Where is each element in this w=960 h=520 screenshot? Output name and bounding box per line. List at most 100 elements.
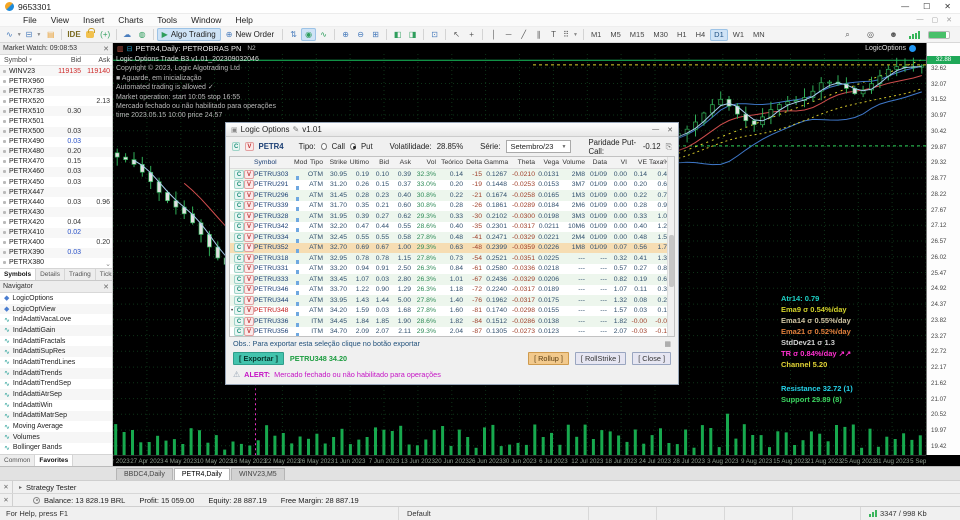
dialog-minimize-button[interactable]: — xyxy=(652,126,659,134)
depth-of-market-button[interactable]: ◉ xyxy=(301,28,317,41)
column-ask[interactable]: Ask xyxy=(391,159,413,166)
call-filter-button[interactable]: C xyxy=(232,142,241,151)
dialog-close-button[interactable]: ✕ xyxy=(667,126,673,134)
column-ask[interactable]: Ask xyxy=(83,57,112,64)
option-row[interactable]: C V PETRU356 ITM 34.70 2.09 2.07 2.11 29.3% 2.04 -… xyxy=(230,327,674,336)
timeframe-w1[interactable]: W1 xyxy=(729,29,748,41)
navigator-item[interactable]: ∿ IndAdattiWin xyxy=(0,400,112,411)
market-watch-row[interactable]: PETRX960 xyxy=(0,76,112,86)
market-watch-row[interactable]: PETRX450 0.03 xyxy=(0,177,112,187)
tester-close-icon[interactable]: ✕ xyxy=(0,481,13,493)
timeframe-mn[interactable]: MN xyxy=(749,29,769,41)
navigator-item[interactable]: ◆ LogicOptions xyxy=(0,293,112,304)
date-axis[interactable]: 20 Apr 202327 Apr 20234 May 202310 May 2… xyxy=(113,455,926,466)
option-row[interactable]: C V PETRU352 ATM 32.70 0.69 0.67 1.00 29.3% 0.63 -… xyxy=(230,242,674,253)
call-row-button[interactable]: C xyxy=(234,169,244,179)
option-row[interactable]: C V PETRU296 ATM 31.45 0.28 0.23 0.40 30.8% 0.22 -… xyxy=(230,190,674,201)
call-row-button[interactable]: C xyxy=(234,201,244,211)
column-teórico[interactable]: Teórico xyxy=(438,159,465,166)
call-radio[interactable] xyxy=(320,143,327,150)
option-row[interactable]: • C V PETRU348 ATM 34.20 1.59 0.03 1.68 27.8% 1.60… xyxy=(230,306,674,317)
market-watch-row[interactable]: PETRX490 0.03 xyxy=(0,137,112,147)
market-watch-row[interactable]: PETRX735 xyxy=(0,86,112,97)
navigator-item[interactable]: ∿ IndAdattiTrendSep xyxy=(0,379,112,390)
menu-file[interactable]: File xyxy=(16,15,44,25)
call-row-button[interactable]: C xyxy=(234,327,244,336)
horizontal-line-button[interactable]: ─ xyxy=(501,28,516,41)
column-symbol[interactable]: Symbol ▾ xyxy=(0,57,54,64)
trendline-button[interactable]: ╱ xyxy=(516,28,531,41)
put-filter-button[interactable]: V xyxy=(245,142,254,151)
menu-view[interactable]: View xyxy=(44,15,76,25)
timeframe-m1[interactable]: M1 xyxy=(587,29,605,41)
column-tipo[interactable]: Tipo xyxy=(307,159,325,166)
tick-chart-button[interactable]: ∿ xyxy=(316,28,331,41)
put-row-button[interactable]: V xyxy=(244,222,254,232)
search-icon[interactable]: ⌕ xyxy=(840,28,855,41)
data-window-button[interactable]: ⇅ xyxy=(286,28,301,41)
put-row-button[interactable]: V xyxy=(244,169,254,179)
menu-charts[interactable]: Charts xyxy=(111,15,150,25)
column-vol[interactable]: Vol xyxy=(413,159,438,166)
connect-button[interactable]: (+) xyxy=(98,28,113,41)
call-row-button[interactable]: C xyxy=(234,232,244,242)
option-row[interactable]: C V PETRU318 ATM 32.95 0.78 0.78 1.15 27.8% 0.73 -… xyxy=(230,253,674,264)
market-watch-row[interactable]: PETRX440 0.03 0.96 xyxy=(0,197,112,207)
help-icon[interactable]: ◎ xyxy=(863,28,878,41)
algo-trading-button[interactable]: ▶ Algo Trading xyxy=(156,28,221,41)
channel-button[interactable]: ∥ xyxy=(531,28,546,41)
call-row-button[interactable]: C xyxy=(234,295,244,305)
option-row[interactable]: C V PETRU333 ATM 33.45 1.07 0.03 2.80 26.3% 1.01 -… xyxy=(230,274,674,285)
market-watch-row[interactable]: PETRX460 0.03 xyxy=(0,166,112,178)
scroll-down-icon[interactable]: ⌄ xyxy=(105,260,111,268)
market-watch-row[interactable]: PETRX380 xyxy=(0,258,112,268)
call-radio-label[interactable]: Call xyxy=(332,142,345,151)
market-watch-row[interactable]: PETRX480 0.20 xyxy=(0,146,112,157)
chart-tab[interactable]: WINV23,M5 xyxy=(230,468,285,480)
column-symbol[interactable]: Symbol xyxy=(254,159,294,166)
navigator-item[interactable]: ∿ IndAdattiAtrSep xyxy=(0,389,112,400)
community-button[interactable]: ◍ xyxy=(135,28,150,41)
dialog-title-bar[interactable]: ▣ Logic Options ✎ v1.01 — ✕ xyxy=(226,123,678,137)
put-row-button[interactable]: V xyxy=(244,264,254,274)
navigator-item[interactable]: ∿ IndAdattiFractals xyxy=(0,336,112,347)
exportar-button[interactable]: [ Exportar ] xyxy=(233,352,284,365)
chart-type-button[interactable]: ∿ ▼ xyxy=(4,28,24,41)
serie-select[interactable]: Setembro/23 ▼ xyxy=(505,140,572,153)
column-taxa[interactable]: Taxa% xyxy=(649,159,669,166)
market-watch-row[interactable]: PETRX470 0.15 xyxy=(0,157,112,167)
status-profile[interactable]: Default xyxy=(398,507,588,520)
column-strike[interactable]: Strike xyxy=(325,159,349,166)
call-row-button[interactable]: C xyxy=(234,274,244,284)
ea-smiley-icon[interactable] xyxy=(909,45,916,52)
screenshot-button[interactable]: ⊡ xyxy=(427,28,442,41)
shapes-button[interactable]: ⠿ ▼ xyxy=(561,28,580,41)
put-row-button[interactable]: V xyxy=(244,190,254,200)
navigator-item[interactable]: ∿ IndAdattiTrends xyxy=(0,367,112,379)
timeframe-m5[interactable]: M5 xyxy=(606,29,624,41)
menu-window[interactable]: Window xyxy=(184,15,228,25)
navigator-item[interactable]: ∿ IndAdattiTrendLines xyxy=(0,357,112,368)
tab-favorites[interactable]: Favorites xyxy=(35,455,74,466)
option-row[interactable]: C V PETRU342 ATM 32.20 0.47 0.44 0.55 28.6% 0.40 -… xyxy=(230,222,674,233)
put-radio[interactable] xyxy=(350,143,356,150)
quotes-doc-button[interactable]: ▤ xyxy=(43,28,58,41)
close-button[interactable]: [ Close ] xyxy=(632,352,671,365)
chart-tab[interactable]: BBDC4,Daily xyxy=(116,468,173,480)
call-row-button[interactable]: C xyxy=(234,264,244,274)
price-scale[interactable]: 32.88 32.62 32.07 31.52 30.97 30.42 29.87 29.3… xyxy=(926,43,960,455)
call-row-button[interactable]: C xyxy=(234,306,244,316)
put-row-button[interactable]: V xyxy=(244,232,254,242)
market-watch-row[interactable]: PETRX420 0.04 xyxy=(0,217,112,227)
market-watch-row[interactable]: PETRX500 0.03 xyxy=(0,126,112,137)
market-watch-row[interactable]: PETRX400 0.20 xyxy=(0,238,112,248)
tab-details[interactable]: Details xyxy=(36,269,65,280)
grid-options-icon[interactable]: ▦ xyxy=(664,340,671,348)
market-watch-row[interactable]: PETRX430 xyxy=(0,207,112,218)
rollstrike-button[interactable]: [ RollStrike ] xyxy=(574,352,627,365)
column-theta[interactable]: Theta xyxy=(509,159,537,166)
menu-tools[interactable]: Tools xyxy=(150,15,184,25)
window-minimize-button[interactable]: — xyxy=(901,2,909,11)
toolbox-close-icon[interactable]: ✕ xyxy=(0,494,13,506)
option-row[interactable]: C V PETRU291 ATM 31.20 0.26 0.15 0.37 33.0% 0.20 -… xyxy=(230,180,674,191)
